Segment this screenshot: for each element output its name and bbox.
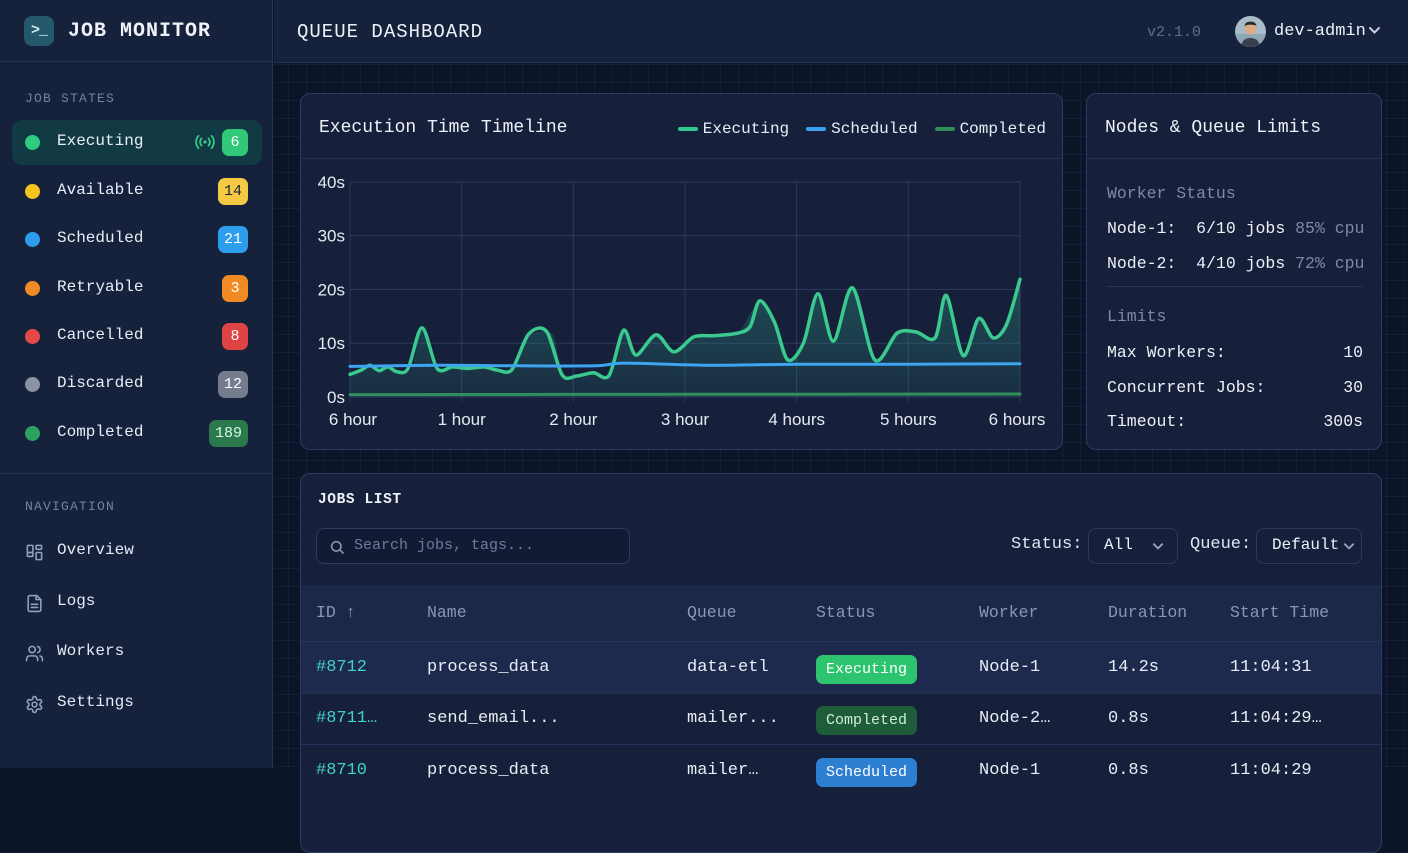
svg-text:4 hours: 4 hours: [768, 410, 825, 429]
svg-text:3 hour: 3 hour: [661, 410, 710, 429]
svg-text:0s: 0s: [327, 388, 345, 407]
svg-text:6 hours: 6 hours: [989, 410, 1046, 429]
svg-text:2 hour: 2 hour: [549, 410, 598, 429]
svg-text:40s: 40s: [318, 173, 345, 192]
svg-text:6 hour: 6 hour: [329, 410, 378, 429]
svg-text:20s: 20s: [318, 281, 345, 300]
svg-text:30s: 30s: [318, 227, 345, 246]
svg-text:10s: 10s: [318, 334, 345, 353]
svg-text:1 hour: 1 hour: [438, 410, 487, 429]
svg-text:5 hours: 5 hours: [880, 410, 937, 429]
